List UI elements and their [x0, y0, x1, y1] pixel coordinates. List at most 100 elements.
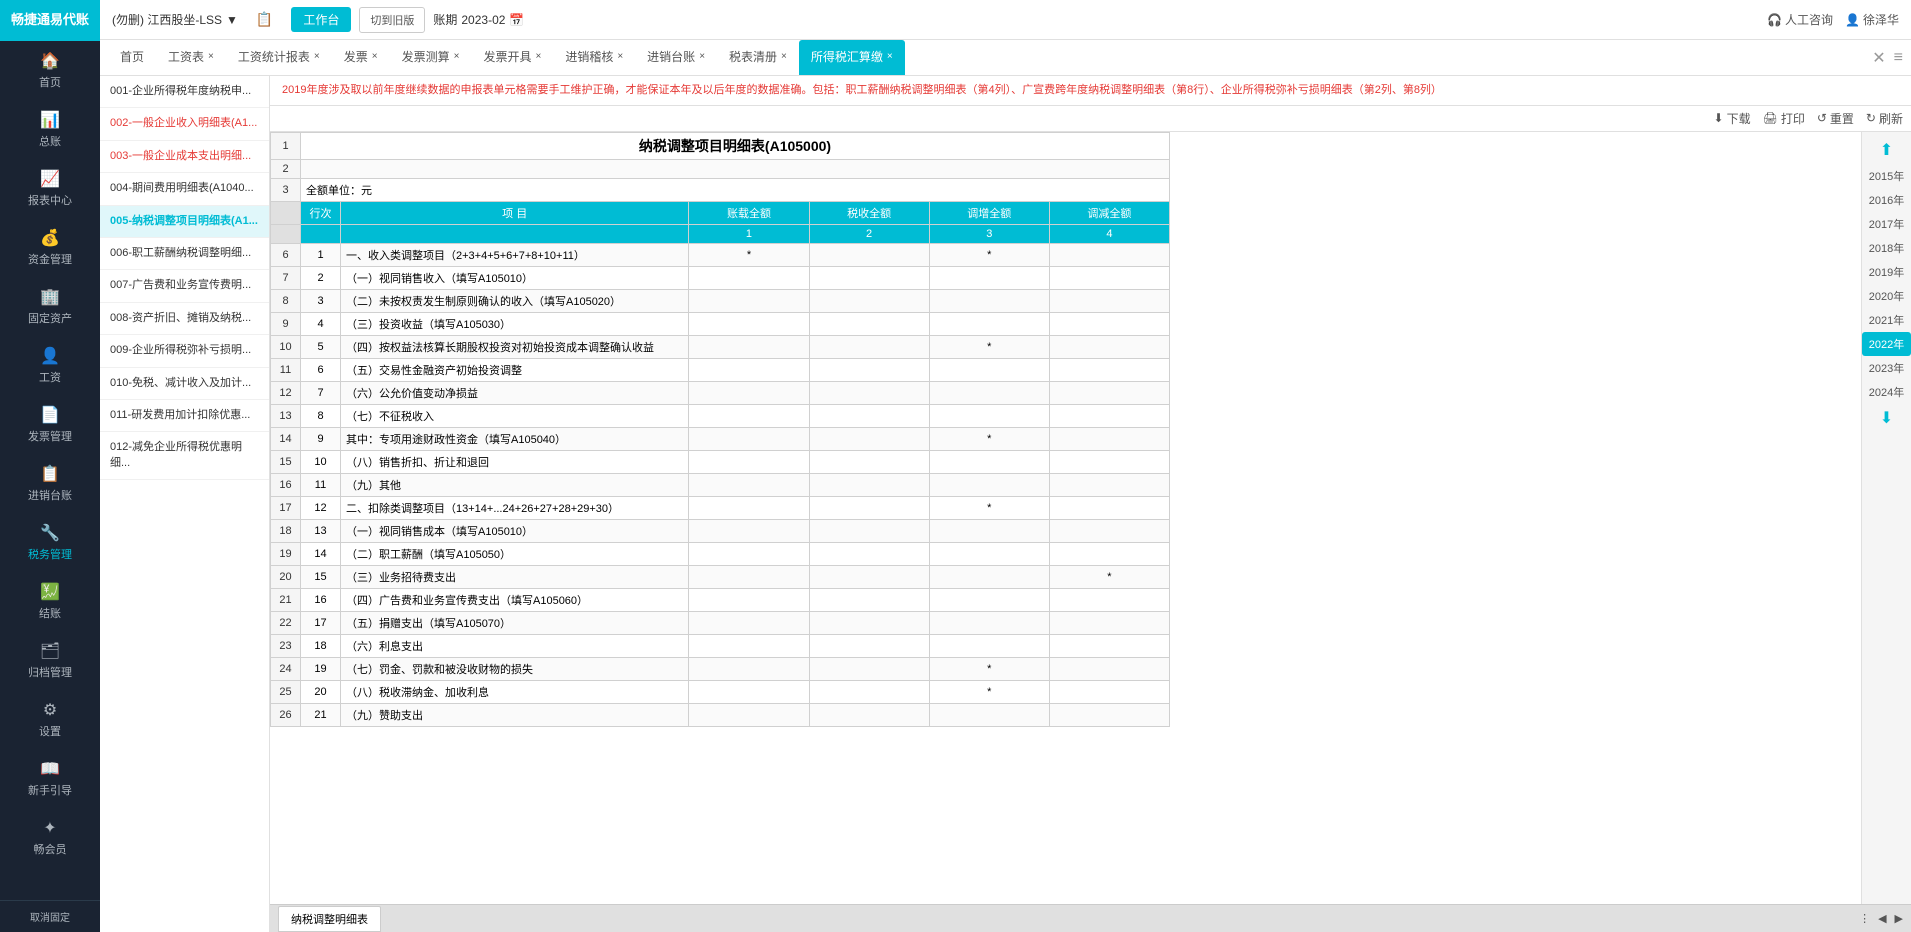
left-item-005[interactable]: 005-纳税调整项目明细表(A1... [100, 206, 269, 238]
user-profile[interactable]: 👤 徐泽华 [1845, 11, 1899, 28]
copy-button[interactable]: 📋 [246, 7, 283, 32]
row-c4[interactable] [1049, 289, 1169, 312]
tab-close-purchase-ledger[interactable]: × [699, 51, 705, 62]
row-c2[interactable] [809, 404, 929, 427]
workbench-button[interactable]: 工作台 [291, 7, 351, 32]
tab-close-invoice-issue[interactable]: × [535, 51, 541, 62]
sidebar-item-archive[interactable]: 🗂 归档管理 [0, 631, 100, 690]
left-item-009[interactable]: 009-企业所得税弥补亏损明... [100, 335, 269, 367]
sidebar-item-ledger[interactable]: 📊 总账 [0, 100, 100, 159]
row-c2[interactable] [809, 703, 929, 726]
row-c4[interactable] [1049, 588, 1169, 611]
tab-close-payroll-stats[interactable]: × [314, 51, 320, 62]
row-c3[interactable] [929, 450, 1049, 473]
tab-close-tax-clear[interactable]: × [781, 51, 787, 62]
row-c4[interactable] [1049, 519, 1169, 542]
scroll-left-icon[interactable]: ◀ [1878, 912, 1886, 925]
year-2015[interactable]: 2015年 [1862, 164, 1911, 188]
row-c1[interactable] [689, 450, 809, 473]
row-c3[interactable] [929, 542, 1049, 565]
tab-payroll[interactable]: 工资表 × [156, 40, 226, 75]
tab-purchase-ledger[interactable]: 进销台账 × [635, 40, 717, 75]
row-c1[interactable] [689, 312, 809, 335]
row-c2[interactable] [809, 381, 929, 404]
year-2016[interactable]: 2016年 [1862, 188, 1911, 212]
tab-home[interactable]: 首页 [108, 40, 156, 75]
user-service[interactable]: 🎧 人工咨询 [1767, 11, 1833, 28]
row-c4[interactable] [1049, 450, 1169, 473]
left-item-001[interactable]: 001-企业所得税年度纳税申... [100, 76, 269, 108]
row-c3[interactable] [929, 289, 1049, 312]
left-item-004[interactable]: 004-期间费用明细表(A1040... [100, 173, 269, 205]
row-c1[interactable] [689, 496, 809, 519]
sidebar-item-close[interactable]: 💹 结账 [0, 572, 100, 631]
row-c3[interactable]: * [929, 680, 1049, 703]
row-c4[interactable] [1049, 496, 1169, 519]
row-c2[interactable] [809, 450, 929, 473]
tab-close-purchase-check[interactable]: × [617, 51, 623, 62]
tab-payroll-stats[interactable]: 工资统计报表 × [226, 40, 332, 75]
row-c1[interactable] [689, 358, 809, 381]
sidebar-item-payroll[interactable]: 👤 工资 [0, 336, 100, 395]
row-c3[interactable] [929, 312, 1049, 335]
row-c2[interactable] [809, 243, 929, 266]
row-c1[interactable] [689, 289, 809, 312]
row-c2[interactable] [809, 289, 929, 312]
tab-purchase-check[interactable]: 进销稽核 × [553, 40, 635, 75]
row-c4[interactable] [1049, 542, 1169, 565]
row-c3[interactable] [929, 266, 1049, 289]
row-c3[interactable] [929, 358, 1049, 381]
sidebar-item-invoice[interactable]: 📄 发票管理 [0, 395, 100, 454]
left-item-008[interactable]: 008-资产折旧、摊销及纳税... [100, 303, 269, 335]
row-c1[interactable] [689, 404, 809, 427]
bottom-sheet-tab[interactable]: 纳税调整明细表 [278, 906, 381, 932]
row-c1[interactable] [689, 588, 809, 611]
row-c4[interactable] [1049, 335, 1169, 358]
sidebar-item-home[interactable]: 🏠 首页 [0, 41, 100, 100]
row-c2[interactable] [809, 680, 929, 703]
left-item-011[interactable]: 011-研发费用加计扣除优惠... [100, 400, 269, 432]
left-item-012[interactable]: 012-减免企业所得税优惠明细... [100, 432, 269, 480]
row-c3[interactable]: * [929, 335, 1049, 358]
row-c1[interactable] [689, 519, 809, 542]
tab-income-tax[interactable]: 所得税汇算缴 × [799, 40, 905, 75]
row-c4[interactable] [1049, 634, 1169, 657]
left-item-007[interactable]: 007-广告费和业务宣传费明... [100, 270, 269, 302]
tab-close-income-tax[interactable]: × [887, 51, 893, 62]
left-item-006[interactable]: 006-职工薪酬纳税调整明细... [100, 238, 269, 270]
row-c4[interactable] [1049, 312, 1169, 335]
row-c2[interactable] [809, 335, 929, 358]
year-nav-up[interactable]: ⬆ [1876, 136, 1897, 164]
row-c2[interactable] [809, 496, 929, 519]
row-c4[interactable] [1049, 703, 1169, 726]
sheet-table-container[interactable]: 1 纳税调整项目明细表(A105000) 2 3 全额单位 [270, 132, 1861, 905]
row-c1[interactable]: * [689, 243, 809, 266]
row-c3[interactable]: * [929, 243, 1049, 266]
year-2022[interactable]: 2022年 [1862, 332, 1911, 356]
row-c2[interactable] [809, 427, 929, 450]
row-c1[interactable] [689, 381, 809, 404]
row-c2[interactable] [809, 657, 929, 680]
row-c1[interactable] [689, 473, 809, 496]
row-c3[interactable] [929, 404, 1049, 427]
left-item-003[interactable]: 003-一般企业成本支出明细... [100, 141, 269, 173]
row-c1[interactable] [689, 266, 809, 289]
tab-close-all[interactable]: ✕ [1872, 48, 1885, 68]
row-c3[interactable] [929, 588, 1049, 611]
row-c4[interactable] [1049, 427, 1169, 450]
tab-invoice-calc[interactable]: 发票测算 × [390, 40, 472, 75]
row-c3[interactable]: * [929, 657, 1049, 680]
row-c2[interactable] [809, 588, 929, 611]
print-button[interactable]: 🖨 打印 [1763, 110, 1805, 127]
sidebar-item-tax[interactable]: 🔧 税务管理 [0, 513, 100, 572]
row-c2[interactable] [809, 519, 929, 542]
row-c1[interactable] [689, 565, 809, 588]
sidebar-item-settings[interactable]: ⚙ 设置 [0, 690, 100, 749]
sidebar-item-assets[interactable]: 🏢 固定资产 [0, 277, 100, 336]
scroll-right-icon[interactable]: ▶ [1895, 912, 1903, 925]
year-2020[interactable]: 2020年 [1862, 284, 1911, 308]
row-c1[interactable] [689, 657, 809, 680]
row-c4[interactable] [1049, 680, 1169, 703]
refresh-button[interactable]: ↻ 刷新 [1866, 110, 1903, 127]
row-c3[interactable]: * [929, 496, 1049, 519]
